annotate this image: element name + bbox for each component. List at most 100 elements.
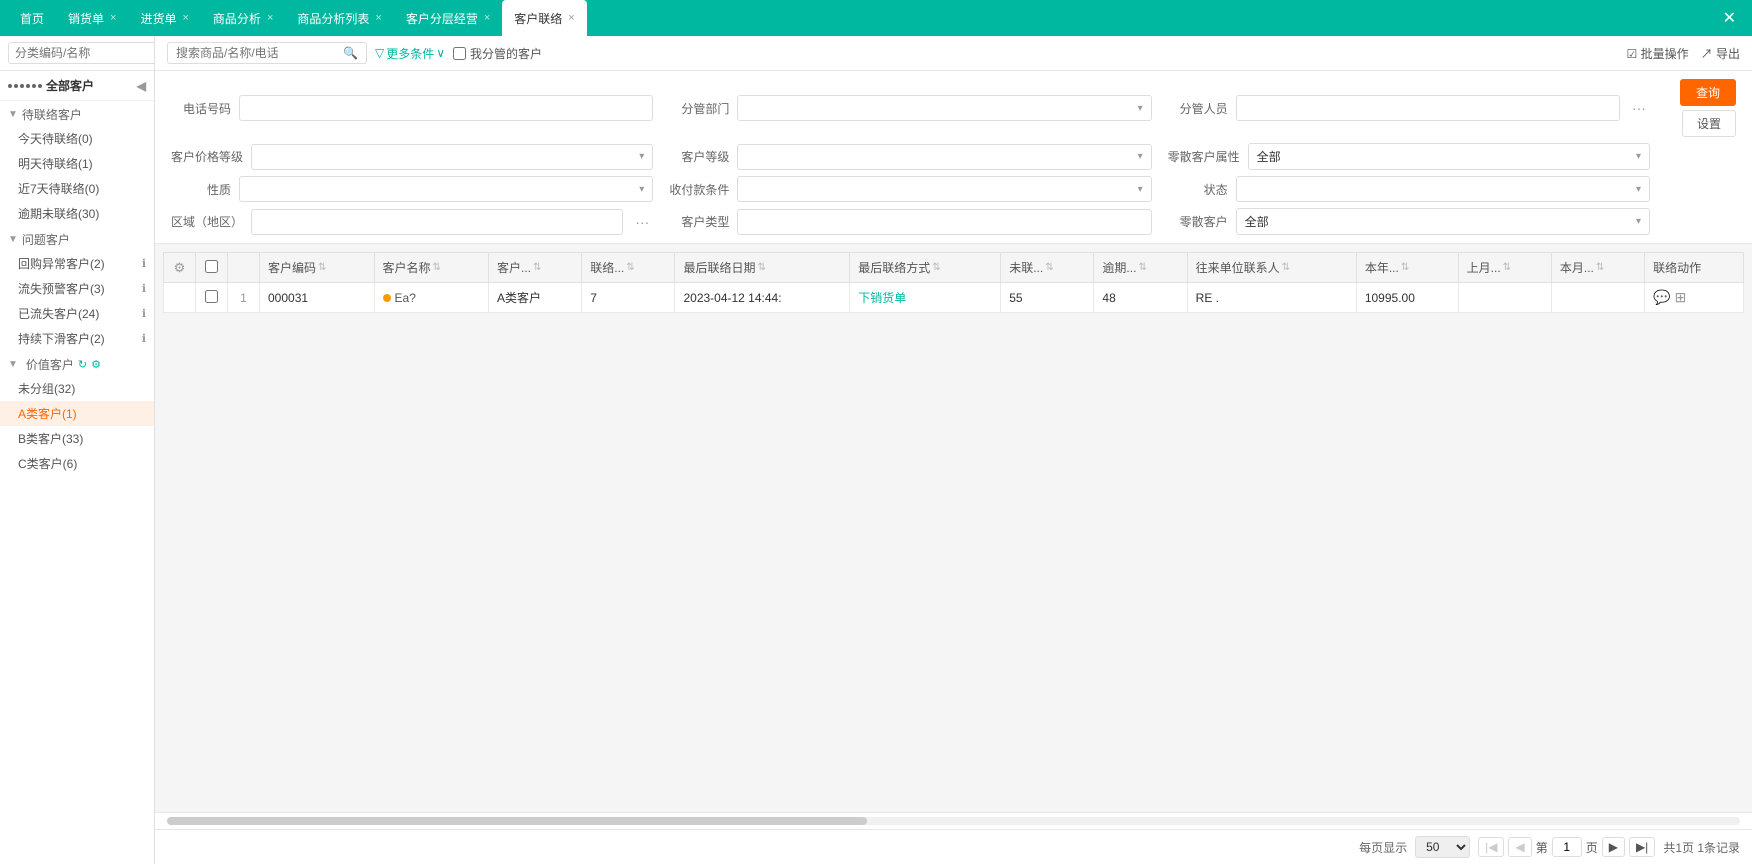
customer-type-input[interactable] [737,209,1151,235]
col-type[interactable]: 客户... ⇅ [489,253,582,283]
group-value-customers[interactable]: ▼ 价值客户 ↻ ⚙ [0,351,154,376]
col-last-method[interactable]: 最后联络方式 ⇅ [850,253,1001,283]
chevron-down-icon: ∨ [436,46,445,60]
sidebar-item-loss-warning[interactable]: 流失预警客户(3) ℹ [0,276,154,301]
sidebar-item-unclassified[interactable]: 未分组(32) [0,376,154,401]
sidebar-item-declining-customers[interactable]: 持续下滑客户(2) ℹ [0,326,154,351]
sidebar-item-lost-customers[interactable]: 已流失客户(24) ℹ [0,301,154,326]
nav-customer-segment[interactable]: 客户分层经营 × [394,0,502,36]
filter-search-icon[interactable]: 🔍 [343,46,358,60]
settings-btn[interactable]: 设置 [1682,110,1736,137]
more-filters-btn[interactable]: ▽ 更多条件 ∨ [375,45,445,62]
manager-input[interactable] [1236,95,1620,121]
phone-input[interactable] [239,95,653,121]
close-customer-segment[interactable]: × [484,12,490,24]
page-size-select[interactable]: 50 100 200 [1415,836,1470,858]
group-problem-customers[interactable]: ▼ 问题客户 [0,226,154,251]
col-partner[interactable]: 往来单位联系人 ⇅ [1187,253,1356,283]
my-customers-checkbox[interactable] [453,47,466,60]
scrollbar-thumb[interactable] [167,817,867,825]
dept-select[interactable]: ▾ [737,95,1151,121]
sidebar-search-input[interactable] [8,42,155,64]
manager-dots[interactable]: ··· [1628,100,1650,116]
col-name[interactable]: 客户名称 ⇅ [374,253,489,283]
select-all-checkbox[interactable] [205,260,218,273]
col-overdue[interactable]: 逾期... ⇅ [1094,253,1187,283]
chat-action-btn[interactable]: 💬 [1653,289,1670,306]
query-btn[interactable]: 查询 [1680,79,1736,106]
export-btn[interactable]: ↗ 导出 [1701,45,1740,62]
horizontal-scrollbar[interactable] [155,812,1752,829]
filter-search-input[interactable] [176,46,343,60]
row-not-contacted-cell: 55 [1001,283,1094,313]
close-sales-order[interactable]: × [110,12,116,24]
row-code-cell: 000031 [260,283,375,313]
last-method-link[interactable]: 下销货单 [858,291,906,305]
payment-select[interactable]: ▾ [737,176,1151,202]
sidebar-item-repurchase-abnormal[interactable]: 回购异常客户(2) ℹ [0,251,154,276]
status-chevron: ▾ [1636,184,1641,195]
nature-select[interactable]: ▾ [239,176,653,202]
col-last-month[interactable]: 上月... ⇅ [1458,253,1551,283]
nav-customer-contact[interactable]: 客户联络 × [502,0,586,36]
col-contact[interactable]: 联络... ⇅ [582,253,675,283]
retail-customer-select[interactable]: 全部 ▾ [1236,208,1650,235]
nav-home[interactable]: 首页 [8,0,56,36]
sidebar-item-a-class[interactable]: A类客户(1) [0,401,154,426]
last-page-btn[interactable]: ▶| [1629,837,1655,857]
sidebar-collapse-btn[interactable]: ◀ [137,79,146,93]
prev-page-btn[interactable]: ◀ [1508,837,1531,857]
col-this-month[interactable]: 本月... ⇅ [1551,253,1644,283]
sidebar-item-tomorrow-contact[interactable]: 明天待联络(1) [0,151,154,176]
sidebar-item-b-class[interactable]: B类客户(33) [0,426,154,451]
nav-sales-order[interactable]: 销货单 × [56,0,128,36]
filter-row-1: 电话号码 分管部门 ▾ 分管人员 ··· 查询 设置 [171,79,1736,137]
filter-right-actions: ☑ 批量操作 ↗ 导出 [1627,45,1741,62]
region-input[interactable] [251,209,623,235]
row-overdue-cell: 48 [1094,283,1187,313]
nav-purchase-order[interactable]: 进货单 × [128,0,200,36]
close-product-list[interactable]: × [375,12,381,24]
row-check-cell [196,283,228,313]
first-page-btn[interactable]: |◀ [1478,837,1504,857]
group-pending-contact[interactable]: ▼ 待联络客户 [0,101,154,126]
refresh-value-icon[interactable]: ↻ [78,358,87,371]
col-last-date[interactable]: 最后联络日期 ⇅ [675,253,850,283]
row-last-month-cell [1458,283,1551,313]
info-icon-3: ℹ [142,332,146,345]
region-dots[interactable]: ··· [631,214,653,230]
export-icon: ↗ [1701,47,1713,61]
settings-value-icon[interactable]: ⚙ [91,358,101,371]
filter-search-box: 🔍 [167,42,367,64]
info-icon-0: ℹ [142,257,146,270]
next-page-btn[interactable]: ▶ [1602,837,1625,857]
close-customer-contact[interactable]: × [568,12,574,24]
col-action: 联络动作 [1645,253,1744,283]
col-not-contacted[interactable]: 未联... ⇅ [1001,253,1094,283]
all-customers-header[interactable]: 全部客户 ◀ [0,71,154,101]
close-product-analysis[interactable]: × [267,12,273,24]
table-gear-icon[interactable]: ⚙ [174,260,186,275]
nav-product-analysis[interactable]: 商品分析 × [201,0,285,36]
filter-customer-level: 客户等级 ▾ [669,144,1167,170]
sort-this-month-icon: ⇅ [1596,262,1604,273]
close-window-btn[interactable]: ✕ [1715,8,1744,28]
row-checkbox[interactable] [205,290,218,303]
col-code[interactable]: 客户编码 ⇅ [260,253,375,283]
sidebar-item-overdue-contact[interactable]: 逾期未联络(30) [0,201,154,226]
col-year-amt[interactable]: 本年... ⇅ [1356,253,1458,283]
sort-year-icon: ⇅ [1401,262,1409,273]
status-select[interactable]: ▾ [1236,176,1650,202]
batch-ops-btn[interactable]: ☑ 批量操作 [1627,45,1689,62]
close-purchase-order[interactable]: × [182,12,188,24]
nav-product-analysis-list[interactable]: 商品分析列表 × [285,0,393,36]
sidebar-item-today-contact[interactable]: 今天待联络(0) [0,126,154,151]
qrcode-action-btn[interactable]: ⊞ [1675,289,1687,306]
filter-region: 区域（地区） ··· [171,209,669,235]
price-level-select[interactable]: ▾ [251,144,653,170]
sidebar-item-c-class[interactable]: C类客户(6) [0,451,154,476]
sidebar-item-7day-contact[interactable]: 近7天待联络(0) [0,176,154,201]
customer-level-select[interactable]: ▾ [737,144,1151,170]
retail-attr-select[interactable]: 全部 ▾ [1248,143,1650,170]
page-number-input[interactable] [1552,837,1582,857]
